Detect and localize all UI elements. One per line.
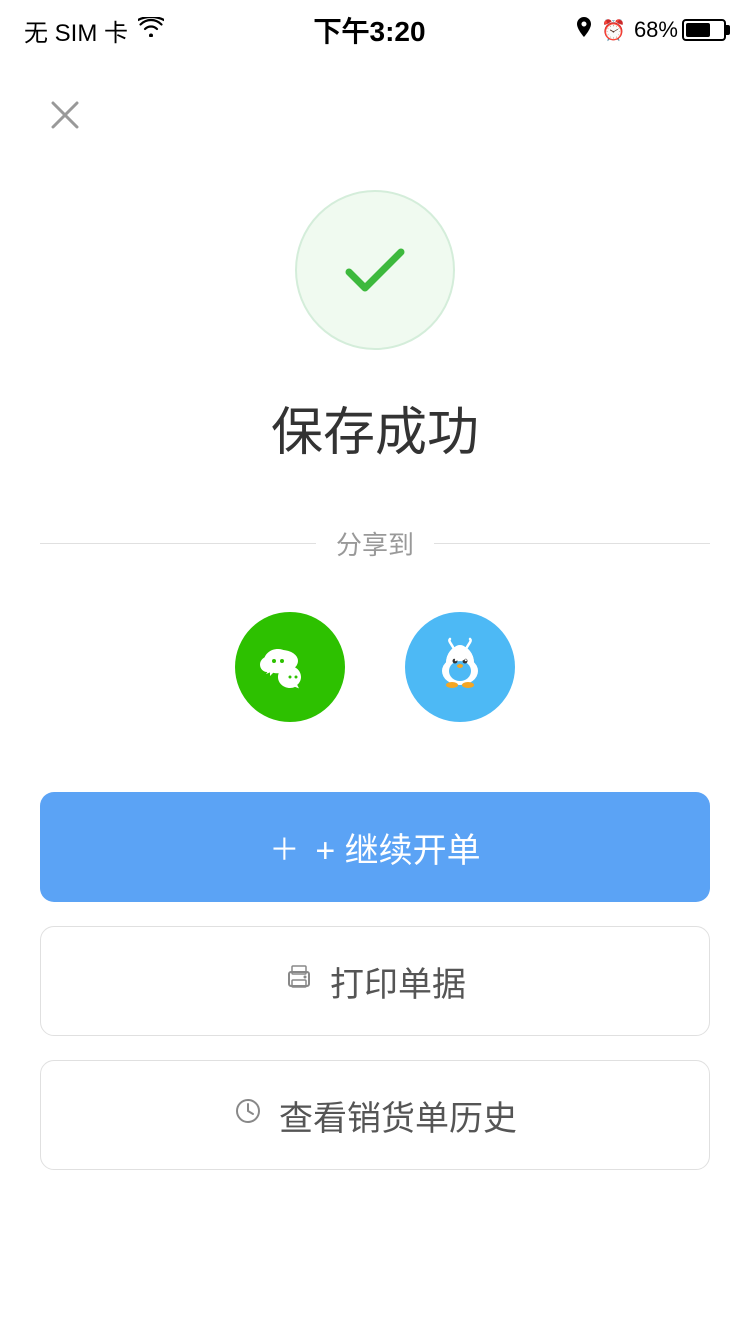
location-icon (575, 17, 593, 43)
share-icons (235, 612, 515, 722)
status-bar: 无 SIM 卡 下午3:20 ⏰ 68% (0, 0, 750, 60)
success-title: 保存成功 (271, 390, 479, 465)
status-right: ⏰ 68% (575, 17, 726, 43)
divider-left (40, 543, 316, 544)
status-left: 无 SIM 卡 (24, 13, 164, 48)
battery-indicator: 68% (634, 17, 726, 43)
share-label: 分享到 (336, 525, 414, 562)
battery-text: 68% (634, 17, 678, 43)
print-button[interactable]: 打印单据 (40, 926, 710, 1036)
main-content: 保存成功 分享到 (0, 150, 750, 1334)
continue-button[interactable]: ＋ + 继续开单 (40, 792, 710, 902)
wechat-icon (258, 635, 322, 699)
qq-share-button[interactable] (405, 612, 515, 722)
success-icon-circle (295, 190, 455, 350)
continue-label: + 继续开单 (315, 823, 480, 872)
wifi-icon (138, 17, 164, 43)
checkmark-icon (335, 230, 415, 310)
print-icon (284, 962, 314, 1000)
share-divider: 分享到 (40, 525, 710, 562)
qq-icon (428, 635, 492, 699)
time-display: 下午3:20 (314, 10, 426, 50)
wechat-share-button[interactable] (235, 612, 345, 722)
clock-icon (233, 1096, 263, 1134)
action-buttons: ＋ + 继续开单 打印单据 查看销货单历 (40, 792, 710, 1170)
battery-icon (682, 19, 726, 41)
history-label: 查看销货单历史 (279, 1091, 517, 1140)
print-label: 打印单据 (330, 957, 466, 1006)
history-button[interactable]: 查看销货单历史 (40, 1060, 710, 1170)
alarm-icon: ⏰ (601, 18, 626, 43)
close-btn-wrapper (0, 60, 750, 150)
plus-icon: ＋ (269, 825, 299, 869)
carrier-text: 无 SIM 卡 (24, 13, 128, 48)
close-button[interactable] (40, 90, 90, 140)
divider-right (434, 543, 710, 544)
